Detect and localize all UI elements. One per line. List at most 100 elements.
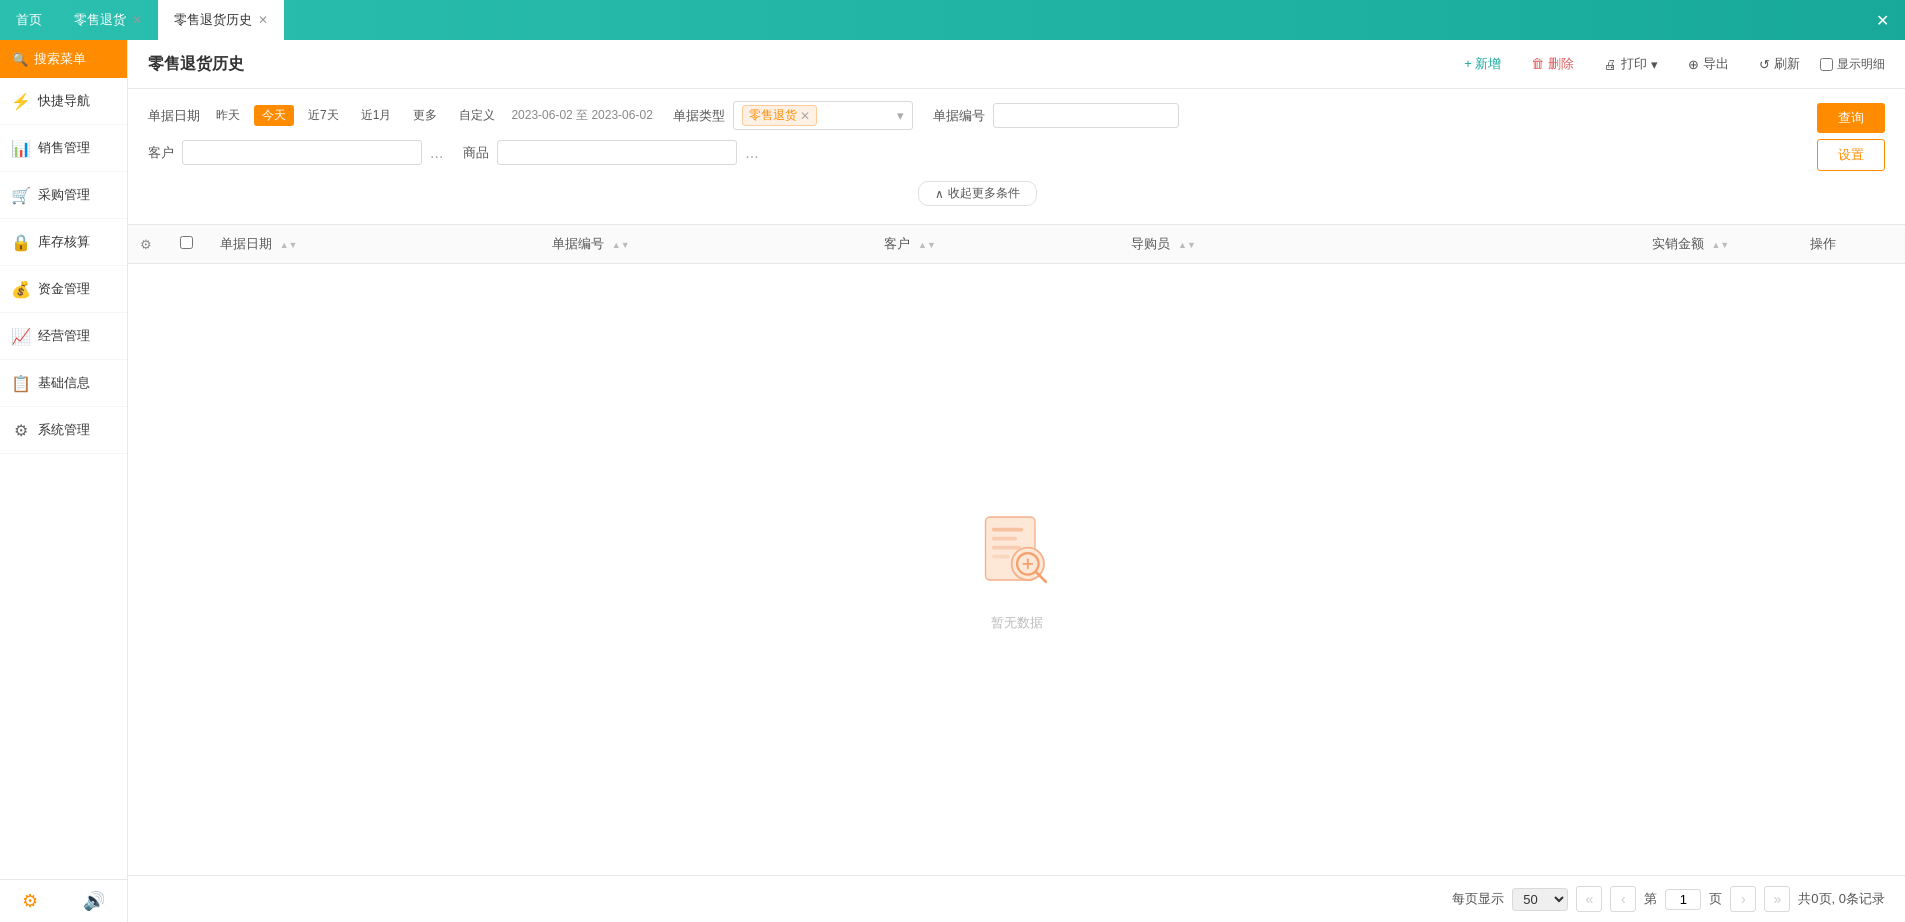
business-icon: 📈 — [12, 327, 30, 345]
sidebar-item-purchase-mgmt[interactable]: 🛒 采购管理 — [0, 172, 127, 219]
th-amount-sort[interactable]: ▲▼ — [1711, 240, 1729, 250]
filter-customer-dots[interactable]: ... — [430, 144, 443, 162]
date-btn-today[interactable]: 今天 — [254, 105, 294, 126]
show-detail-checkbox[interactable] — [1820, 58, 1833, 71]
date-btn-more[interactable]: 更多 — [405, 105, 445, 126]
sidebar-item-sys-mgmt[interactable]: ⚙ 系统管理 — [0, 407, 127, 454]
filter-row-1: 单据日期 昨天 今天 近7天 近1月 更多 自定义 2023-06-02 至 2… — [148, 101, 1807, 130]
sidebar-item-sales-label: 销售管理 — [38, 139, 90, 157]
refresh-button[interactable]: ↺ 刷新 — [1749, 50, 1810, 78]
th-number-label: 单据编号 — [552, 236, 604, 251]
tab-retail-return-history-close[interactable]: ✕ — [258, 13, 268, 27]
sidebar-item-quick-nav[interactable]: ⚡ 快捷导航 — [0, 78, 127, 125]
collapse-button[interactable]: ∧ 收起更多条件 — [918, 181, 1037, 206]
date-btn-custom[interactable]: 自定义 — [451, 105, 503, 126]
last-page-btn[interactable]: » — [1764, 886, 1790, 912]
page-label: 第 — [1644, 890, 1657, 908]
sidebar-item-sales-mgmt[interactable]: 📊 销售管理 — [0, 125, 127, 172]
th-date-sort[interactable]: ▲▼ — [280, 240, 298, 250]
sidebar-item-sys-label: 系统管理 — [38, 421, 90, 439]
export-label: 导出 — [1703, 55, 1729, 73]
filter-type-select[interactable]: 零售退货 ✕ ▾ — [733, 101, 913, 130]
tab-retail-return-close[interactable]: ✕ — [132, 13, 142, 27]
sidebar-search[interactable]: 🔍 搜索菜单 — [0, 40, 127, 78]
refresh-label: 刷新 — [1774, 55, 1800, 73]
tab-retail-return-history[interactable]: 零售退货历史 ✕ — [158, 0, 284, 40]
th-guide-sort[interactable]: ▲▼ — [1178, 240, 1196, 250]
filter-number-item: 单据编号 — [933, 103, 1179, 128]
sidebar-bottom: ⚙ 🔊 — [0, 879, 127, 922]
window-close-button[interactable]: ✕ — [1876, 11, 1905, 30]
filter-container: 单据日期 昨天 今天 近7天 近1月 更多 自定义 2023-06-02 至 2… — [148, 101, 1885, 224]
svg-rect-3 — [991, 545, 1020, 549]
sidebar-item-inventory-label: 库存核算 — [38, 233, 90, 251]
filter-customer-input[interactable] — [182, 140, 422, 165]
th-amount-label: 实销金额 — [1652, 236, 1704, 251]
filter-date-range: 2023-06-02 至 2023-06-02 — [511, 107, 652, 124]
th-date-label: 单据日期 — [220, 236, 272, 251]
sidebar-item-business[interactable]: 📈 经营管理 — [0, 313, 127, 360]
top-bar: 首页 零售退货 ✕ 零售退货历史 ✕ ✕ — [0, 0, 1905, 40]
sidebar-item-quick-nav-label: 快捷导航 — [38, 92, 90, 110]
sidebar-item-finance[interactable]: 💰 资金管理 — [0, 266, 127, 313]
filter-number-input[interactable] — [993, 103, 1179, 128]
date-btn-7days[interactable]: 近7天 — [300, 105, 347, 126]
tab-retail-return[interactable]: 零售退货 ✕ — [58, 0, 158, 40]
page-input[interactable] — [1665, 889, 1701, 910]
first-page-btn[interactable]: « — [1576, 886, 1602, 912]
export-button[interactable]: ⊕ 导出 — [1678, 50, 1739, 78]
sys-icon: ⚙ — [12, 421, 30, 439]
table-select-all[interactable] — [180, 236, 193, 249]
audio-bottom-icon[interactable]: 🔊 — [83, 890, 105, 912]
filter-right-btns: 查询 设置 — [1817, 101, 1885, 171]
table-area: ⚙ 单据日期 ▲▼ 单据编号 ▲▼ — [128, 225, 1905, 922]
filter-type-tag: 零售退货 ✕ — [742, 105, 817, 126]
th-customer-sort[interactable]: ▲▼ — [918, 240, 936, 250]
filter-row-2: 客户 ... 商品 ... — [148, 140, 1807, 165]
filter-number-label: 单据编号 — [933, 107, 985, 125]
query-button[interactable]: 查询 — [1817, 103, 1885, 133]
th-number: 单据编号 ▲▼ — [540, 225, 872, 264]
date-btn-1month[interactable]: 近1月 — [353, 105, 400, 126]
page-header: 零售退货历史 + 新增 🗑 删除 🖨 打印 ▾ ⊕ 导出 ↺ 刷新 — [128, 40, 1905, 89]
filter-type-tag-close[interactable]: ✕ — [800, 109, 810, 123]
quick-nav-icon: ⚡ — [12, 92, 30, 110]
th-date: 单据日期 ▲▼ — [208, 225, 540, 264]
filter-goods-item: 商品 ... — [463, 140, 758, 165]
show-detail-toggle[interactable]: 显示明细 — [1820, 56, 1885, 73]
per-page-select[interactable]: 20 50 100 — [1512, 888, 1568, 911]
purchase-icon: 🛒 — [12, 186, 30, 204]
sidebar-item-purchase-label: 采购管理 — [38, 186, 90, 204]
collapse-label: 收起更多条件 — [948, 185, 1020, 202]
tab-home[interactable]: 首页 — [0, 0, 58, 40]
basic-info-icon: 📋 — [12, 374, 30, 392]
filter-type-label: 单据类型 — [673, 107, 725, 125]
total-pages-label: 页 — [1709, 890, 1722, 908]
table-settings-icon[interactable]: ⚙ — [140, 237, 152, 252]
table-header-row: ⚙ 单据日期 ▲▼ 单据编号 ▲▼ — [128, 225, 1905, 264]
date-btn-yesterday[interactable]: 昨天 — [208, 105, 248, 126]
th-number-sort[interactable]: ▲▼ — [612, 240, 630, 250]
th-guide: 导购员 ▲▼ — [1119, 225, 1409, 264]
delete-button[interactable]: 🗑 删除 — [1521, 50, 1584, 78]
export-icon: ⊕ — [1688, 57, 1699, 72]
type-select-chevron: ▾ — [897, 108, 904, 123]
print-button[interactable]: 🖨 打印 ▾ — [1594, 50, 1668, 78]
set-button[interactable]: 设置 — [1817, 139, 1885, 171]
add-button[interactable]: + 新增 — [1454, 50, 1511, 78]
filter-customer-item: 客户 ... — [148, 140, 443, 165]
collapse-icon: ∧ — [935, 187, 944, 201]
inventory-icon: 🔒 — [12, 233, 30, 251]
prev-page-btn[interactable]: ‹ — [1610, 886, 1636, 912]
header-actions: + 新增 🗑 删除 🖨 打印 ▾ ⊕ 导出 ↺ 刷新 显示明细 — [1454, 50, 1885, 78]
data-table: ⚙ 单据日期 ▲▼ 单据编号 ▲▼ — [128, 225, 1905, 264]
sidebar-item-basic-info[interactable]: 📋 基础信息 — [0, 360, 127, 407]
filter-goods-dots[interactable]: ... — [745, 144, 758, 162]
next-page-btn[interactable]: › — [1730, 886, 1756, 912]
sidebar-search-label: 搜索菜单 — [34, 50, 86, 68]
settings-bottom-icon[interactable]: ⚙ — [22, 890, 38, 912]
search-icon: 🔍 — [12, 52, 28, 67]
svg-rect-1 — [991, 527, 1023, 531]
filter-goods-input[interactable] — [497, 140, 737, 165]
sidebar-item-inventory[interactable]: 🔒 库存核算 — [0, 219, 127, 266]
